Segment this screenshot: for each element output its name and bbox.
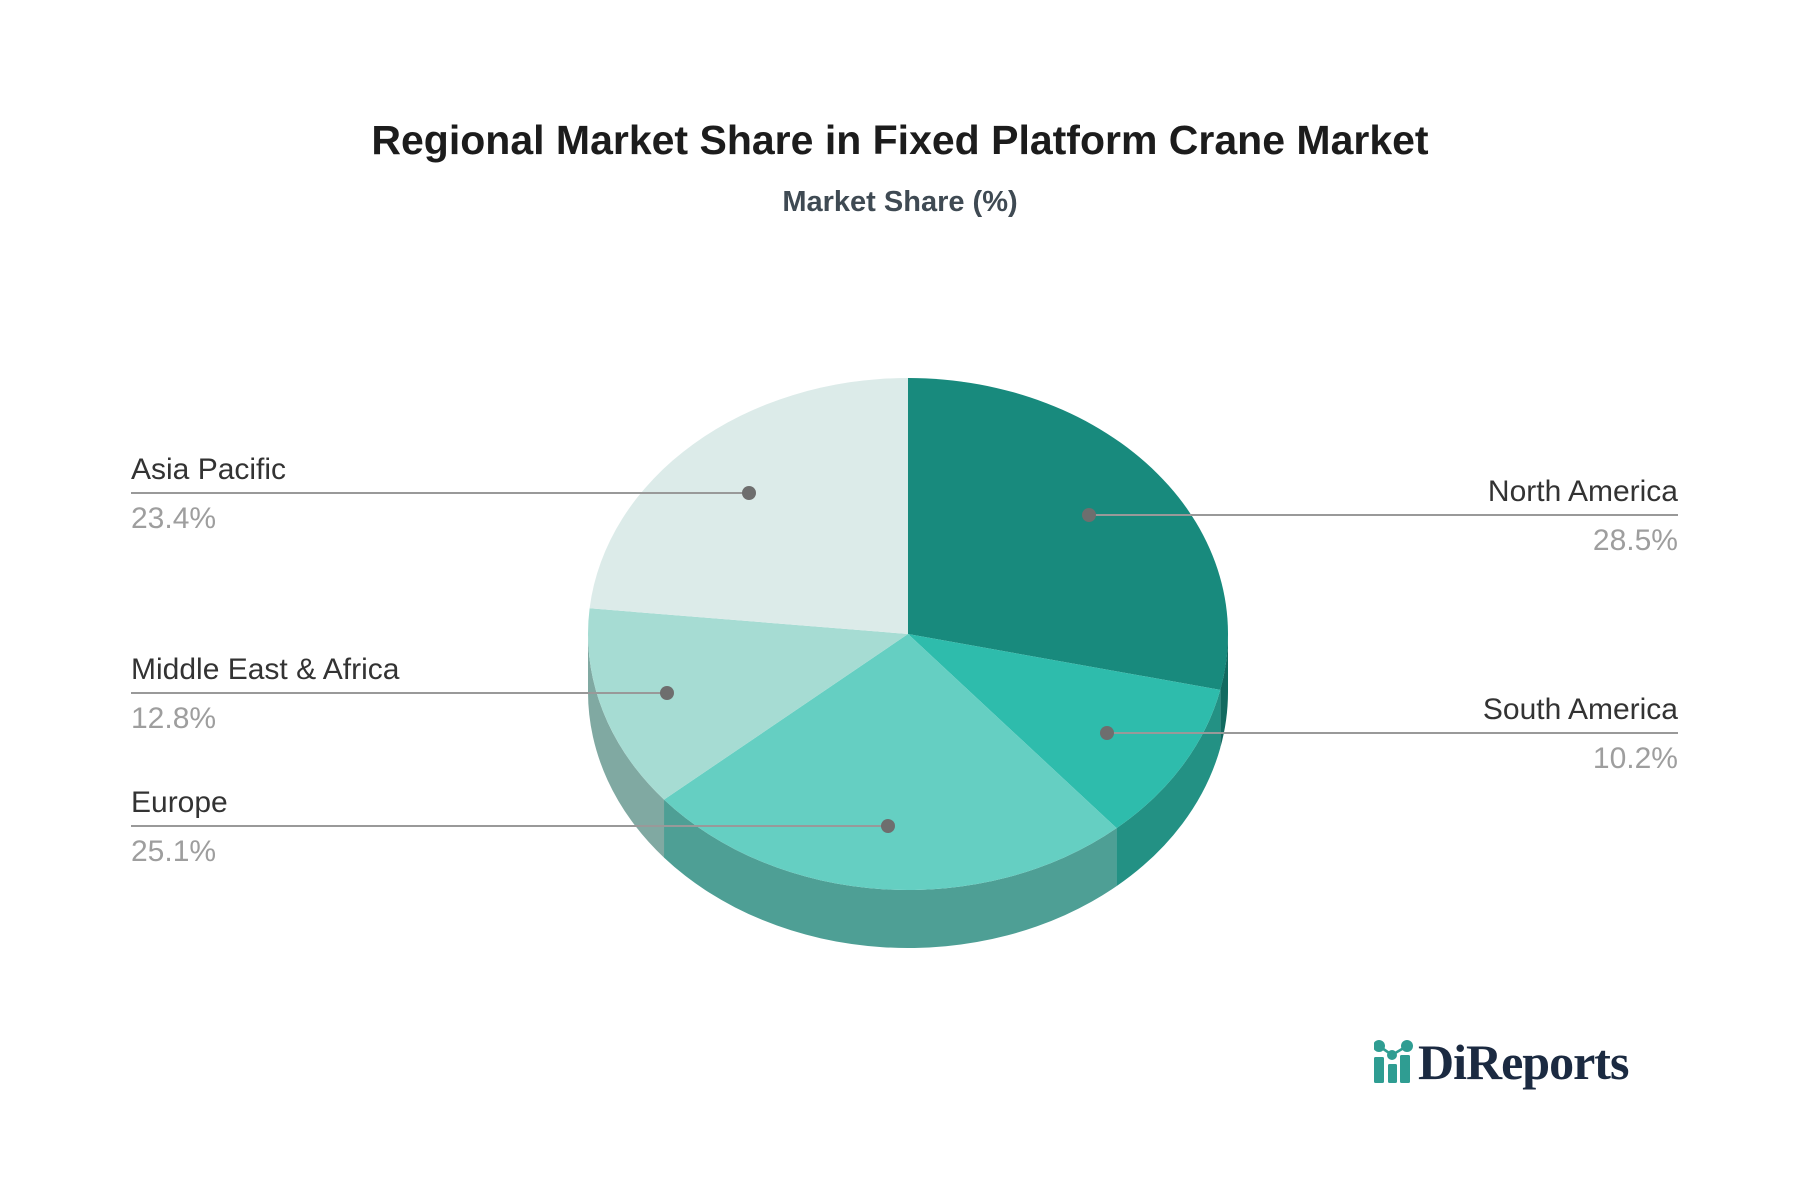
leader-dot-asia-pacific: [742, 486, 756, 500]
label-name: Europe: [131, 786, 228, 819]
leader-dot-south-america: [1100, 726, 1114, 740]
leader-dot-europe: [881, 819, 895, 833]
leader-dot-north-america: [1082, 508, 1096, 522]
leader-dot-middle-east-africa: [660, 686, 674, 700]
label-middle-east-africa: Middle East & Africa 12.8%: [131, 654, 561, 734]
label-value: 25.1%: [131, 835, 217, 868]
chart-canvas: Regional Market Share in Fixed Platform …: [0, 0, 1800, 1196]
label-value: 28.5%: [1592, 524, 1678, 557]
brand-logo: DiReports: [1374, 1034, 1629, 1090]
label-value: 23.4%: [131, 502, 217, 535]
label-name: Middle East & Africa: [131, 653, 400, 686]
label-value: 10.2%: [1592, 742, 1678, 775]
label-south-america: South America 10.2%: [1248, 694, 1678, 774]
label-value: 12.8%: [131, 702, 217, 735]
label-name: North America: [1487, 475, 1678, 508]
label-europe: Europe 25.1%: [131, 787, 561, 867]
label-name: Asia Pacific: [131, 453, 287, 486]
logo-text: DiReports: [1418, 1034, 1629, 1090]
pie-slice-asia-pacific: [589, 378, 908, 634]
label-north-america: North America 28.5%: [1248, 476, 1678, 556]
label-asia-pacific: Asia Pacific 23.4%: [131, 454, 561, 534]
pie-svg: [131, 378, 1678, 948]
bar-chart-logo-icon: [1374, 1040, 1413, 1083]
label-name: South America: [1482, 693, 1678, 726]
